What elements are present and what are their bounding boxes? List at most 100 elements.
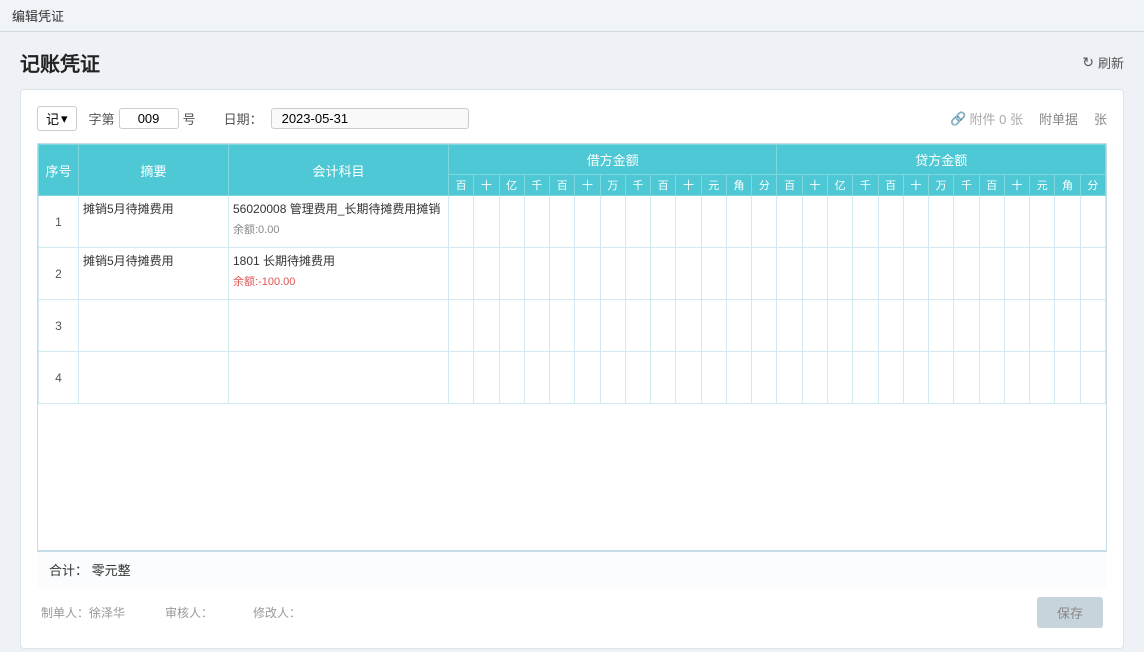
row-debit-3-3[interactable] — [524, 352, 549, 404]
row-credit-3-10[interactable] — [1030, 352, 1055, 404]
row-credit-0-4[interactable] — [878, 196, 903, 248]
row-debit-1-9[interactable] — [676, 248, 701, 300]
row-credit-3-9[interactable] — [1004, 352, 1029, 404]
row-credit-2-1[interactable] — [802, 300, 827, 352]
row-debit-3-8[interactable] — [651, 352, 676, 404]
row-debit-2-0[interactable] — [449, 300, 474, 352]
row-credit-1-5[interactable] — [903, 248, 928, 300]
row-debit-1-11[interactable] — [726, 248, 751, 300]
refresh-button[interactable]: ↻ 刷新 — [1082, 53, 1124, 72]
row-credit-0-5[interactable] — [903, 196, 928, 248]
row-credit-0-0[interactable] — [777, 196, 802, 248]
row-credit-1-2[interactable] — [827, 248, 852, 300]
row-debit-1-6[interactable] — [600, 248, 625, 300]
row-credit-3-1[interactable] — [802, 352, 827, 404]
row-credit-0-3[interactable] — [853, 196, 878, 248]
row-credit-0-9[interactable] — [1004, 196, 1029, 248]
row-credit-1-9[interactable] — [1004, 248, 1029, 300]
row-debit-3-0[interactable] — [449, 352, 474, 404]
row-debit-2-8[interactable] — [651, 300, 676, 352]
row-credit-2-12[interactable] — [1080, 300, 1105, 352]
row-credit-0-6[interactable] — [929, 196, 954, 248]
row-debit-3-11[interactable] — [726, 352, 751, 404]
row-credit-1-3[interactable] — [853, 248, 878, 300]
row-debit-0-6[interactable] — [600, 196, 625, 248]
row-credit-2-3[interactable] — [853, 300, 878, 352]
save-button[interactable]: 保存 — [1037, 597, 1103, 628]
row-debit-2-2[interactable] — [499, 300, 524, 352]
prefix-dropdown[interactable]: 记 ▾ — [37, 106, 77, 131]
row-account-2[interactable] — [229, 300, 449, 352]
zi-number-input[interactable] — [119, 108, 179, 129]
row-credit-0-7[interactable] — [954, 196, 979, 248]
row-credit-1-0[interactable] — [777, 248, 802, 300]
row-credit-0-12[interactable] — [1080, 196, 1105, 248]
row-debit-3-7[interactable] — [625, 352, 650, 404]
row-debit-0-9[interactable] — [676, 196, 701, 248]
row-credit-3-8[interactable] — [979, 352, 1004, 404]
row-debit-3-5[interactable] — [575, 352, 600, 404]
row-debit-2-4[interactable] — [550, 300, 575, 352]
row-credit-0-10[interactable] — [1030, 196, 1055, 248]
row-debit-3-10[interactable] — [701, 352, 726, 404]
row-account-1[interactable]: 1801 长期待摊费用余额:-100.00 — [229, 248, 449, 300]
row-debit-2-12[interactable] — [752, 300, 777, 352]
row-debit-3-9[interactable] — [676, 352, 701, 404]
row-credit-2-8[interactable] — [979, 300, 1004, 352]
row-credit-2-6[interactable] — [929, 300, 954, 352]
row-debit-1-1[interactable] — [474, 248, 499, 300]
row-credit-3-2[interactable] — [827, 352, 852, 404]
row-credit-3-0[interactable] — [777, 352, 802, 404]
attach-link[interactable]: 🔗 附件 0 张 — [950, 109, 1023, 128]
row-credit-1-1[interactable] — [802, 248, 827, 300]
row-credit-1-6[interactable] — [929, 248, 954, 300]
row-credit-2-7[interactable] — [954, 300, 979, 352]
row-debit-2-10[interactable] — [701, 300, 726, 352]
row-credit-1-11[interactable] — [1055, 248, 1080, 300]
row-credit-3-7[interactable] — [954, 352, 979, 404]
row-debit-0-7[interactable] — [625, 196, 650, 248]
row-debit-1-4[interactable] — [550, 248, 575, 300]
row-credit-3-5[interactable] — [903, 352, 928, 404]
row-debit-3-6[interactable] — [600, 352, 625, 404]
row-debit-0-8[interactable] — [651, 196, 676, 248]
row-debit-0-10[interactable] — [701, 196, 726, 248]
row-credit-1-4[interactable] — [878, 248, 903, 300]
row-debit-1-10[interactable] — [701, 248, 726, 300]
row-debit-1-8[interactable] — [651, 248, 676, 300]
row-credit-3-3[interactable] — [853, 352, 878, 404]
row-credit-2-0[interactable] — [777, 300, 802, 352]
row-debit-1-3[interactable] — [524, 248, 549, 300]
row-debit-3-4[interactable] — [550, 352, 575, 404]
row-credit-0-1[interactable] — [802, 196, 827, 248]
row-credit-3-11[interactable] — [1055, 352, 1080, 404]
row-summary-2[interactable] — [79, 300, 229, 352]
row-debit-2-1[interactable] — [474, 300, 499, 352]
row-credit-3-6[interactable] — [929, 352, 954, 404]
row-debit-1-2[interactable] — [499, 248, 524, 300]
row-credit-0-11[interactable] — [1055, 196, 1080, 248]
row-debit-3-12[interactable] — [752, 352, 777, 404]
row-account-0[interactable]: 56020008 管理费用_长期待摊费用摊销余额:0.00 — [229, 196, 449, 248]
row-debit-0-4[interactable] — [550, 196, 575, 248]
row-summary-3[interactable] — [79, 352, 229, 404]
row-credit-2-9[interactable] — [1004, 300, 1029, 352]
row-debit-1-12[interactable] — [752, 248, 777, 300]
row-summary-0[interactable]: 摊销5月待摊费用 — [79, 196, 229, 248]
row-debit-3-2[interactable] — [499, 352, 524, 404]
row-debit-2-6[interactable] — [600, 300, 625, 352]
row-credit-3-4[interactable] — [878, 352, 903, 404]
row-credit-1-12[interactable] — [1080, 248, 1105, 300]
row-debit-0-11[interactable] — [726, 196, 751, 248]
row-credit-3-12[interactable] — [1080, 352, 1105, 404]
row-debit-1-5[interactable] — [575, 248, 600, 300]
row-debit-2-9[interactable] — [676, 300, 701, 352]
row-credit-1-7[interactable] — [954, 248, 979, 300]
row-credit-2-5[interactable] — [903, 300, 928, 352]
row-debit-2-5[interactable] — [575, 300, 600, 352]
row-credit-2-10[interactable] — [1030, 300, 1055, 352]
row-debit-0-5[interactable] — [575, 196, 600, 248]
row-credit-1-8[interactable] — [979, 248, 1004, 300]
row-debit-1-0[interactable] — [449, 248, 474, 300]
row-credit-1-10[interactable] — [1030, 248, 1055, 300]
